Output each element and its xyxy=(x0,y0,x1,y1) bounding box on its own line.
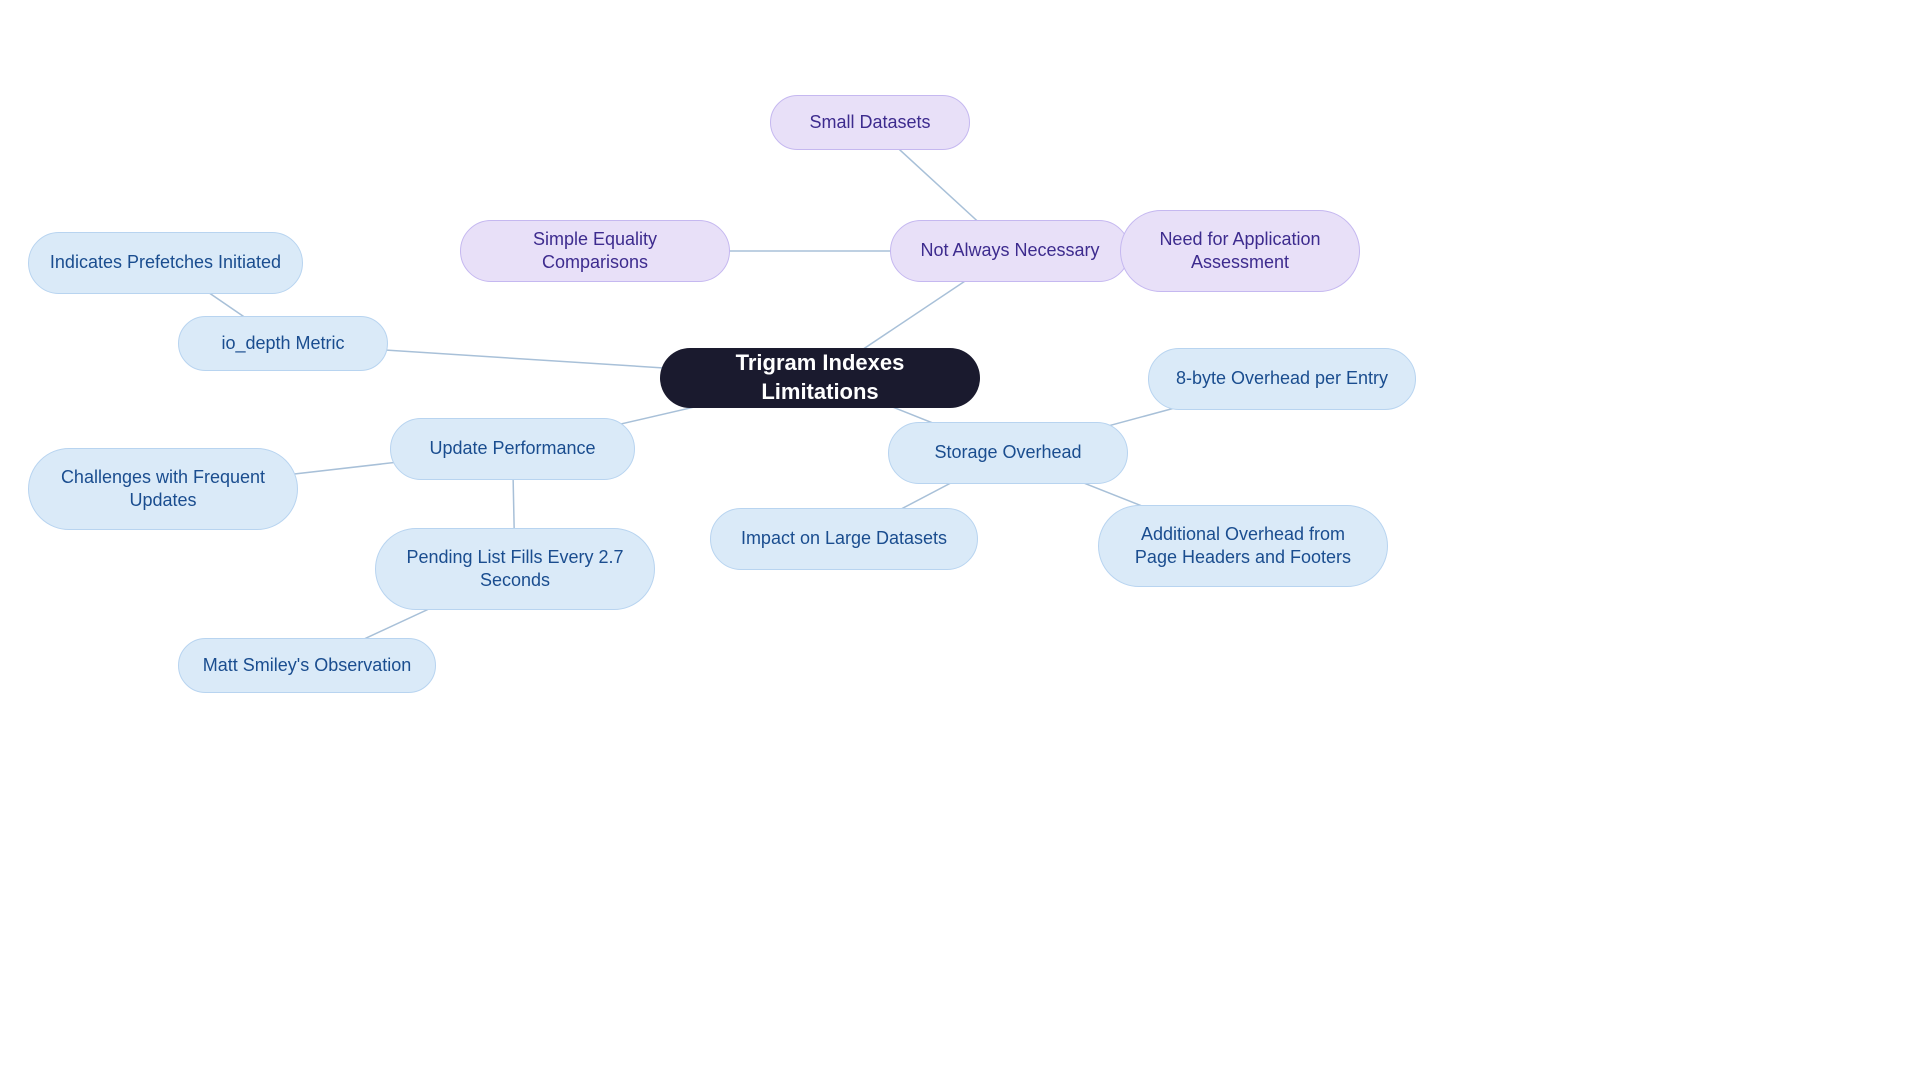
challenges-frequent-node: Challenges with Frequent Updates xyxy=(28,448,298,530)
additional-overhead-node: Additional Overhead from Page Headers an… xyxy=(1098,505,1388,587)
indicates-prefetches-node: Indicates Prefetches Initiated xyxy=(28,232,303,294)
storage-overhead-node: Storage Overhead xyxy=(888,422,1128,484)
matt-smiley-node: Matt Smiley's Observation xyxy=(178,638,436,693)
eight-byte-overhead-node: 8-byte Overhead per Entry xyxy=(1148,348,1416,410)
update-performance-node: Update Performance xyxy=(390,418,635,480)
not-always-necessary-node: Not Always Necessary xyxy=(890,220,1130,282)
simple-equality-node: Simple Equality Comparisons xyxy=(460,220,730,282)
io-depth-node: io_depth Metric xyxy=(178,316,388,371)
pending-list-node: Pending List Fills Every 2.7 Seconds xyxy=(375,528,655,610)
need-for-assessment-node: Need for Application Assessment xyxy=(1120,210,1360,292)
center-node: Trigram Indexes Limitations xyxy=(660,348,980,408)
impact-large-datasets-node: Impact on Large Datasets xyxy=(710,508,978,570)
small-datasets-node: Small Datasets xyxy=(770,95,970,150)
